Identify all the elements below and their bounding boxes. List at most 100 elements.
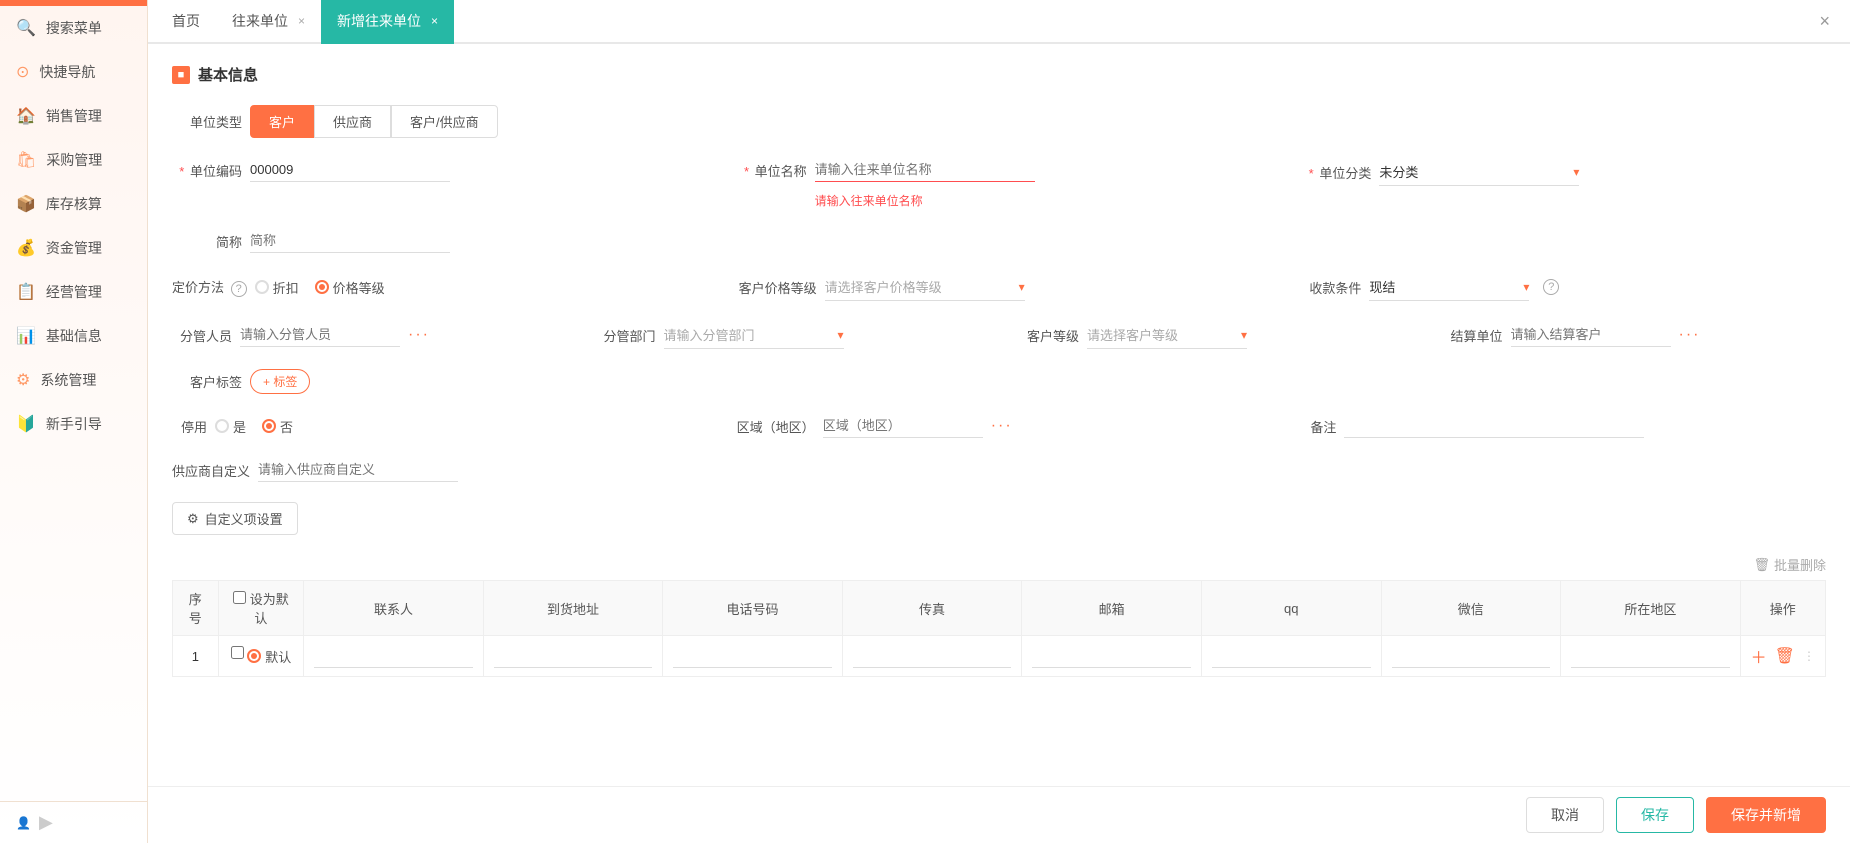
- type-btn-customer[interactable]: 客户: [250, 105, 314, 138]
- cell-address[interactable]: [483, 636, 663, 677]
- row-actions: ＋ 🗑 ⋮: [1751, 644, 1815, 668]
- tab-home[interactable]: 首页: [156, 0, 216, 44]
- default-label: 默认: [265, 647, 291, 666]
- customer-price-select[interactable]: 请选择客户价格等级 ▾: [825, 273, 1025, 301]
- sidebar-item-purchase[interactable]: 🛍 采购管理: [0, 138, 147, 182]
- manager-more-btn[interactable]: ···: [408, 326, 430, 344]
- disabled-yes-option[interactable]: 是: [215, 417, 246, 436]
- type-btn-both[interactable]: 客户/供应商: [391, 105, 498, 138]
- unit-type-field: 单位类型 客户 供应商 客户/供应商: [172, 105, 1826, 138]
- region-field: 区域（地区） ···: [737, 414, 1262, 438]
- sidebar-item-label: 经营管理: [46, 282, 102, 302]
- manager-label: 分管人员: [172, 326, 232, 345]
- customer-level-select[interactable]: 请选择客户等级 ▾: [1087, 321, 1247, 349]
- default-radio[interactable]: [247, 649, 261, 663]
- cell-fax[interactable]: [842, 636, 1022, 677]
- supplier-custom-input[interactable]: [258, 458, 458, 482]
- unit-name-field: * 单位名称 请输入往来单位名称: [737, 158, 1262, 209]
- disabled-row: 停用 是 否 区域（地区） ··· 备注: [172, 414, 1826, 438]
- manager-input[interactable]: [240, 323, 400, 347]
- sidebar-item-label: 销售管理: [46, 106, 102, 126]
- short-name-input[interactable]: [250, 229, 450, 253]
- region-input[interactable]: [823, 414, 983, 438]
- cancel-button[interactable]: 取消: [1526, 797, 1604, 833]
- unit-name-input[interactable]: [815, 158, 1035, 182]
- supplier-custom-field: 供应商自定义: [172, 458, 1826, 482]
- cell-region[interactable]: [1561, 636, 1741, 677]
- col-phone: 电话号码: [663, 581, 843, 636]
- tab-home-label: 首页: [172, 11, 200, 31]
- disabled-no-option[interactable]: 否: [262, 417, 293, 436]
- custom-settings-button[interactable]: ⚙ 自定义项设置: [172, 502, 298, 535]
- tab-new-partner[interactable]: 新增往来单位 ×: [321, 0, 454, 44]
- unit-category-select[interactable]: 未分类 ▾: [1379, 158, 1579, 186]
- tab-partner-close[interactable]: ×: [298, 14, 305, 28]
- save-new-button[interactable]: 保存并新增: [1706, 797, 1826, 833]
- settlement-field: 结算单位 ···: [1443, 323, 1827, 347]
- discount-radio[interactable]: [255, 280, 269, 294]
- customer-tag-field: 客户标签 + 标签: [172, 369, 1826, 394]
- sidebar-item-sales[interactable]: 🏠 销售管理: [0, 94, 147, 138]
- payment-condition-select[interactable]: 现结 ▾: [1369, 273, 1529, 301]
- cell-qq[interactable]: [1201, 636, 1381, 677]
- sidebar-item-inventory[interactable]: 📦 库存核算: [0, 182, 147, 226]
- col-address: 到货地址: [483, 581, 663, 636]
- col-default: 设为默认: [218, 581, 304, 636]
- tab-new-partner-close[interactable]: ×: [431, 14, 438, 28]
- pricing-level-option[interactable]: 价格等级: [315, 278, 385, 297]
- price-level-radio[interactable]: [315, 280, 329, 294]
- cell-phone[interactable]: [663, 636, 843, 677]
- sidebar-item-search[interactable]: 🔍 搜索菜单: [0, 6, 147, 50]
- sidebar-item-label: 采购管理: [46, 150, 102, 170]
- unit-category-field: * 单位分类 未分类 ▾: [1301, 158, 1826, 186]
- unit-code-field: * 单位编码: [172, 158, 697, 182]
- tab-bar-close-btn[interactable]: ×: [1807, 11, 1842, 32]
- no-label: 否: [280, 417, 293, 436]
- save-button[interactable]: 保存: [1616, 797, 1694, 833]
- batch-delete-button[interactable]: 🗑 批量删除: [1753, 555, 1826, 574]
- sidebar-item-operations[interactable]: 📋 经营管理: [0, 270, 147, 314]
- pricing-discount-option[interactable]: 折扣: [255, 278, 299, 297]
- payment-help-icon[interactable]: ?: [1543, 279, 1559, 295]
- note-input[interactable]: [1344, 414, 1644, 438]
- select-all-checkbox[interactable]: [233, 591, 246, 604]
- payment-arrow-icon: ▾: [1523, 280, 1529, 294]
- cell-contact[interactable]: [304, 636, 484, 677]
- cell-email[interactable]: [1022, 636, 1202, 677]
- bottom-bar: 取消 保存 保存并新增: [148, 786, 1850, 843]
- row-checkbox[interactable]: [231, 646, 244, 659]
- required-star-name: *: [744, 164, 749, 179]
- department-select[interactable]: 请输入分管部门 ▾: [664, 321, 844, 349]
- delete-row-icon[interactable]: 🗑: [1775, 646, 1795, 666]
- region-more-btn[interactable]: ···: [991, 417, 1013, 435]
- finance-icon: 💰: [16, 238, 36, 258]
- sidebar-item-guide[interactable]: 🔰 新手引导: [0, 402, 147, 446]
- sidebar-item-finance[interactable]: 💰 资金管理: [0, 226, 147, 270]
- add-row-icon[interactable]: ＋: [1751, 644, 1767, 668]
- unit-code-input[interactable]: [250, 158, 450, 182]
- add-tag-button[interactable]: + 标签: [250, 369, 310, 394]
- note-field: 备注: [1301, 414, 1826, 438]
- cell-seq: 1: [173, 636, 219, 677]
- section-title: ■ 基本信息: [172, 64, 1826, 85]
- pricing-help-icon[interactable]: ?: [231, 281, 247, 297]
- content-area: ■ 基本信息 单位类型 客户 供应商 客户/供应商 * 单位编码: [148, 44, 1850, 786]
- customer-tag-label: 客户标签: [172, 372, 242, 391]
- yes-label: 是: [233, 417, 246, 436]
- supplier-custom-row: 供应商自定义: [172, 458, 1826, 482]
- settlement-input[interactable]: [1511, 323, 1671, 347]
- unit-type-label: 单位类型: [172, 112, 242, 131]
- tab-partner[interactable]: 往来单位 ×: [216, 0, 321, 44]
- settlement-more-btn[interactable]: ···: [1679, 326, 1701, 344]
- cell-wechat[interactable]: [1381, 636, 1561, 677]
- sidebar-item-basic-info[interactable]: 📊 基础信息: [0, 314, 147, 358]
- sidebar-item-quick-nav[interactable]: ⊙ 快捷导航: [0, 50, 147, 94]
- sidebar-item-system[interactable]: ⚙ 系统管理: [0, 358, 147, 402]
- sidebar-item-label: 新手引导: [46, 414, 102, 434]
- yes-radio[interactable]: [215, 419, 229, 433]
- search-icon: 🔍: [16, 18, 36, 38]
- no-radio[interactable]: [262, 419, 276, 433]
- disabled-label: 停用: [172, 417, 207, 436]
- type-btn-supplier[interactable]: 供应商: [314, 105, 391, 138]
- col-seq: 序号: [173, 581, 219, 636]
